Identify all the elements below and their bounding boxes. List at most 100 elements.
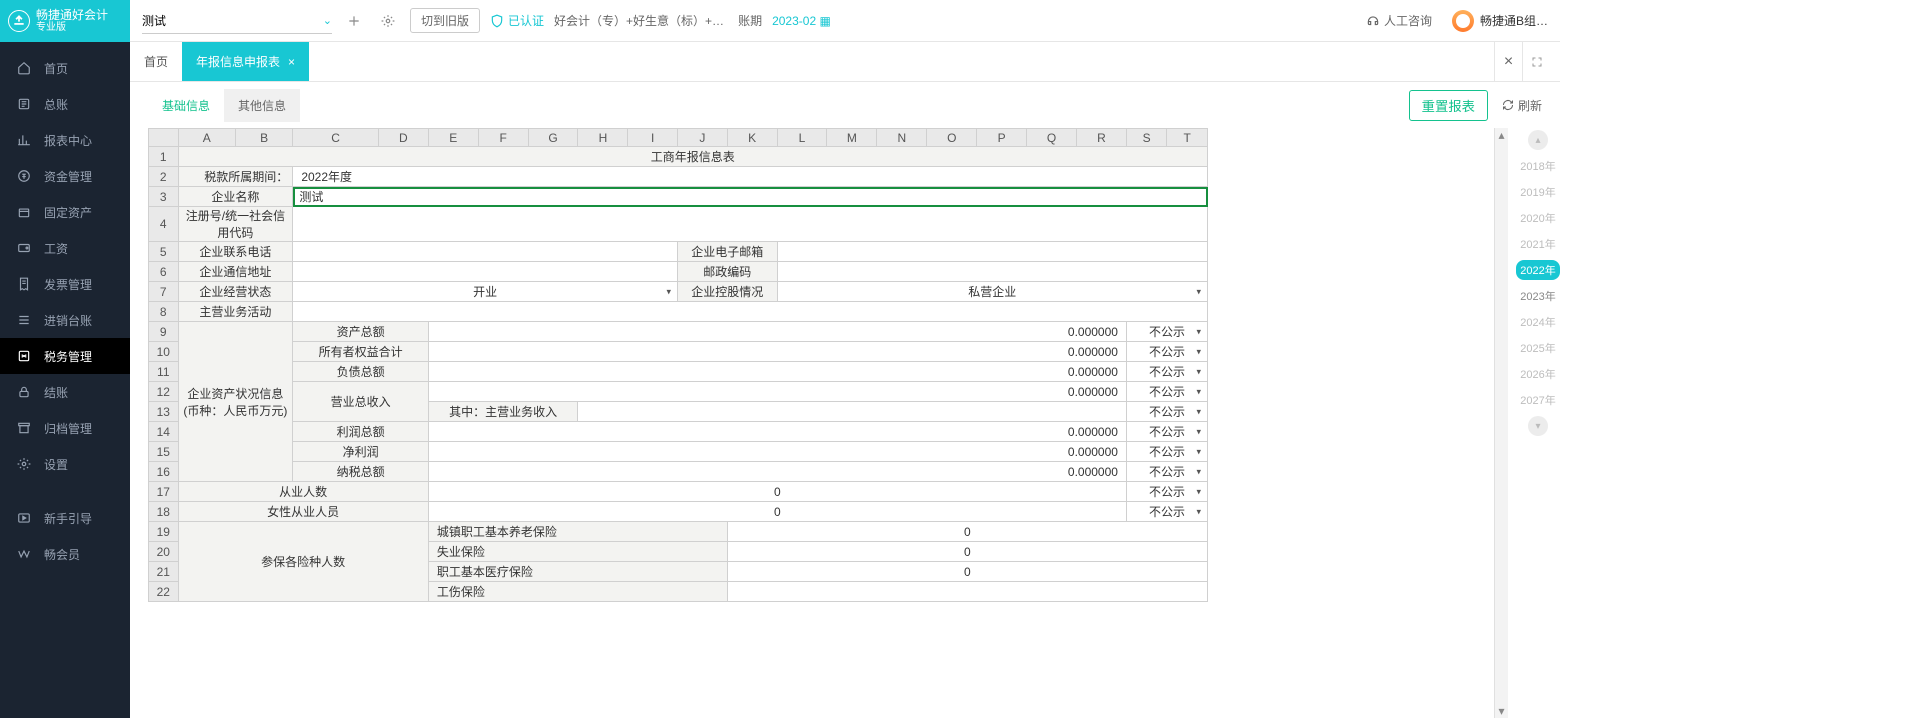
female-value-cell[interactable]: 0 [428, 502, 1126, 522]
row-header[interactable]: 9 [149, 322, 179, 342]
old-version-button[interactable]: 切到旧版 [410, 8, 480, 33]
publish-select[interactable]: 不公示 [1126, 402, 1207, 422]
row-header[interactable]: 20 [149, 542, 179, 562]
year-item-active[interactable]: 2022年 [1516, 260, 1559, 280]
metric-value[interactable]: 0.000000 [428, 462, 1126, 482]
col-header[interactable]: F [478, 129, 528, 147]
col-header[interactable]: I [628, 129, 678, 147]
row-header[interactable]: 8 [149, 302, 179, 322]
mainbiz-value-cell[interactable] [293, 302, 1208, 322]
year-item[interactable]: 2027年 [1516, 390, 1559, 410]
metric-value[interactable]: 0.000000 [428, 322, 1126, 342]
publish-select[interactable]: 不公示 [1126, 442, 1207, 462]
year-item[interactable]: 2025年 [1516, 338, 1559, 358]
fullscreen-button[interactable] [1522, 42, 1550, 81]
row-header[interactable]: 1 [149, 147, 179, 167]
row-header[interactable]: 21 [149, 562, 179, 582]
col-header[interactable]: K [727, 129, 777, 147]
postcode-value-cell[interactable] [777, 262, 1207, 282]
nav-reports[interactable]: 报表中心 [0, 122, 130, 158]
period-value-cell[interactable]: 2022年度 [293, 167, 1208, 187]
employees-value-cell[interactable]: 0 [428, 482, 1126, 502]
metric-value[interactable]: 0.000000 [428, 382, 1126, 402]
publish-select[interactable]: 不公示 [1126, 382, 1207, 402]
tab-home[interactable]: 首页 [130, 42, 182, 81]
nav-close[interactable]: 结账 [0, 374, 130, 410]
holding-value-cell[interactable]: 私营企业 [777, 282, 1207, 302]
nav-guide[interactable]: 新手引导 [0, 500, 130, 536]
scroll-down-icon[interactable]: ▾ [1498, 704, 1504, 718]
row-header[interactable]: 15 [149, 442, 179, 462]
email-value-cell[interactable] [777, 242, 1207, 262]
nav-ledger[interactable]: 总账 [0, 86, 130, 122]
reg-value-cell[interactable] [293, 207, 1208, 242]
company-settings-button[interactable] [376, 9, 400, 33]
company-select[interactable]: ⌄ [142, 8, 332, 34]
vertical-scrollbar[interactable]: ▴ ▾ [1494, 128, 1508, 718]
insurance-value[interactable] [727, 582, 1207, 602]
metric-value[interactable]: 0.000000 [428, 442, 1126, 462]
col-header[interactable]: M [827, 129, 877, 147]
nav-vip[interactable]: 畅会员 [0, 536, 130, 572]
col-header[interactable]: E [428, 129, 478, 147]
row-header[interactable]: 4 [149, 207, 179, 242]
year-item[interactable]: 2023年 [1516, 286, 1559, 306]
col-header[interactable]: B [235, 129, 292, 147]
year-item[interactable]: 2019年 [1516, 182, 1559, 202]
row-header[interactable]: 12 [149, 382, 179, 402]
company-value-cell[interactable]: 测试 [293, 187, 1208, 207]
col-header[interactable]: D [378, 129, 428, 147]
tab-annual-report[interactable]: 年报信息申报表 × [182, 42, 309, 81]
row-header[interactable]: 2 [149, 167, 179, 187]
col-header[interactable]: O [927, 129, 977, 147]
subtab-other[interactable]: 其他信息 [224, 89, 300, 122]
year-item[interactable]: 2024年 [1516, 312, 1559, 332]
nav-invoice[interactable]: 发票管理 [0, 266, 130, 302]
col-header[interactable]: S [1126, 129, 1166, 147]
row-header[interactable]: 11 [149, 362, 179, 382]
publish-select[interactable]: 不公示 [1126, 502, 1207, 522]
scroll-up-icon[interactable]: ▴ [1498, 128, 1504, 142]
col-header[interactable]: J [677, 129, 727, 147]
col-header[interactable]: P [977, 129, 1027, 147]
row-header[interactable]: 14 [149, 422, 179, 442]
insurance-value[interactable]: 0 [727, 542, 1207, 562]
row-header[interactable]: 3 [149, 187, 179, 207]
add-company-button[interactable] [342, 9, 366, 33]
year-prev-button[interactable]: ▴ [1528, 130, 1548, 150]
publish-select[interactable]: 不公示 [1126, 322, 1207, 342]
col-header[interactable]: G [528, 129, 578, 147]
close-all-tabs-button[interactable]: × [1494, 42, 1522, 81]
row-header[interactable]: 16 [149, 462, 179, 482]
nav-stock[interactable]: 进销台账 [0, 302, 130, 338]
metric-value[interactable]: 0.000000 [428, 422, 1126, 442]
year-next-button[interactable]: ▾ [1528, 416, 1548, 436]
year-item[interactable]: 2021年 [1516, 234, 1559, 254]
row-header[interactable]: 22 [149, 582, 179, 602]
nav-salary[interactable]: 工资 [0, 230, 130, 266]
tab-close-icon[interactable]: × [288, 55, 295, 69]
certified-badge[interactable]: 已认证 [490, 12, 544, 29]
metric-value[interactable]: 0.000000 [428, 342, 1126, 362]
row-header[interactable]: 18 [149, 502, 179, 522]
year-item[interactable]: 2026年 [1516, 364, 1559, 384]
publish-select[interactable]: 不公示 [1126, 462, 1207, 482]
status-value-cell[interactable]: 开业 [293, 282, 678, 302]
publish-select[interactable]: 不公示 [1126, 362, 1207, 382]
nav-settings[interactable]: 设置 [0, 446, 130, 482]
row-header[interactable]: 6 [149, 262, 179, 282]
row-header[interactable]: 13 [149, 402, 179, 422]
spreadsheet[interactable]: A B C D E F G H I J K L M [130, 128, 1494, 718]
col-header[interactable]: A [178, 129, 235, 147]
row-header[interactable]: 5 [149, 242, 179, 262]
addr-value-cell[interactable] [293, 262, 678, 282]
col-header[interactable]: C [293, 129, 379, 147]
company-input[interactable] [142, 13, 323, 27]
phone-value-cell[interactable] [293, 242, 678, 262]
nav-archive[interactable]: 归档管理 [0, 410, 130, 446]
row-header[interactable]: 10 [149, 342, 179, 362]
col-header[interactable]: H [578, 129, 628, 147]
reset-report-button[interactable]: 重置报表 [1409, 90, 1488, 121]
nav-assets[interactable]: 固定资产 [0, 194, 130, 230]
row-header[interactable]: 7 [149, 282, 179, 302]
